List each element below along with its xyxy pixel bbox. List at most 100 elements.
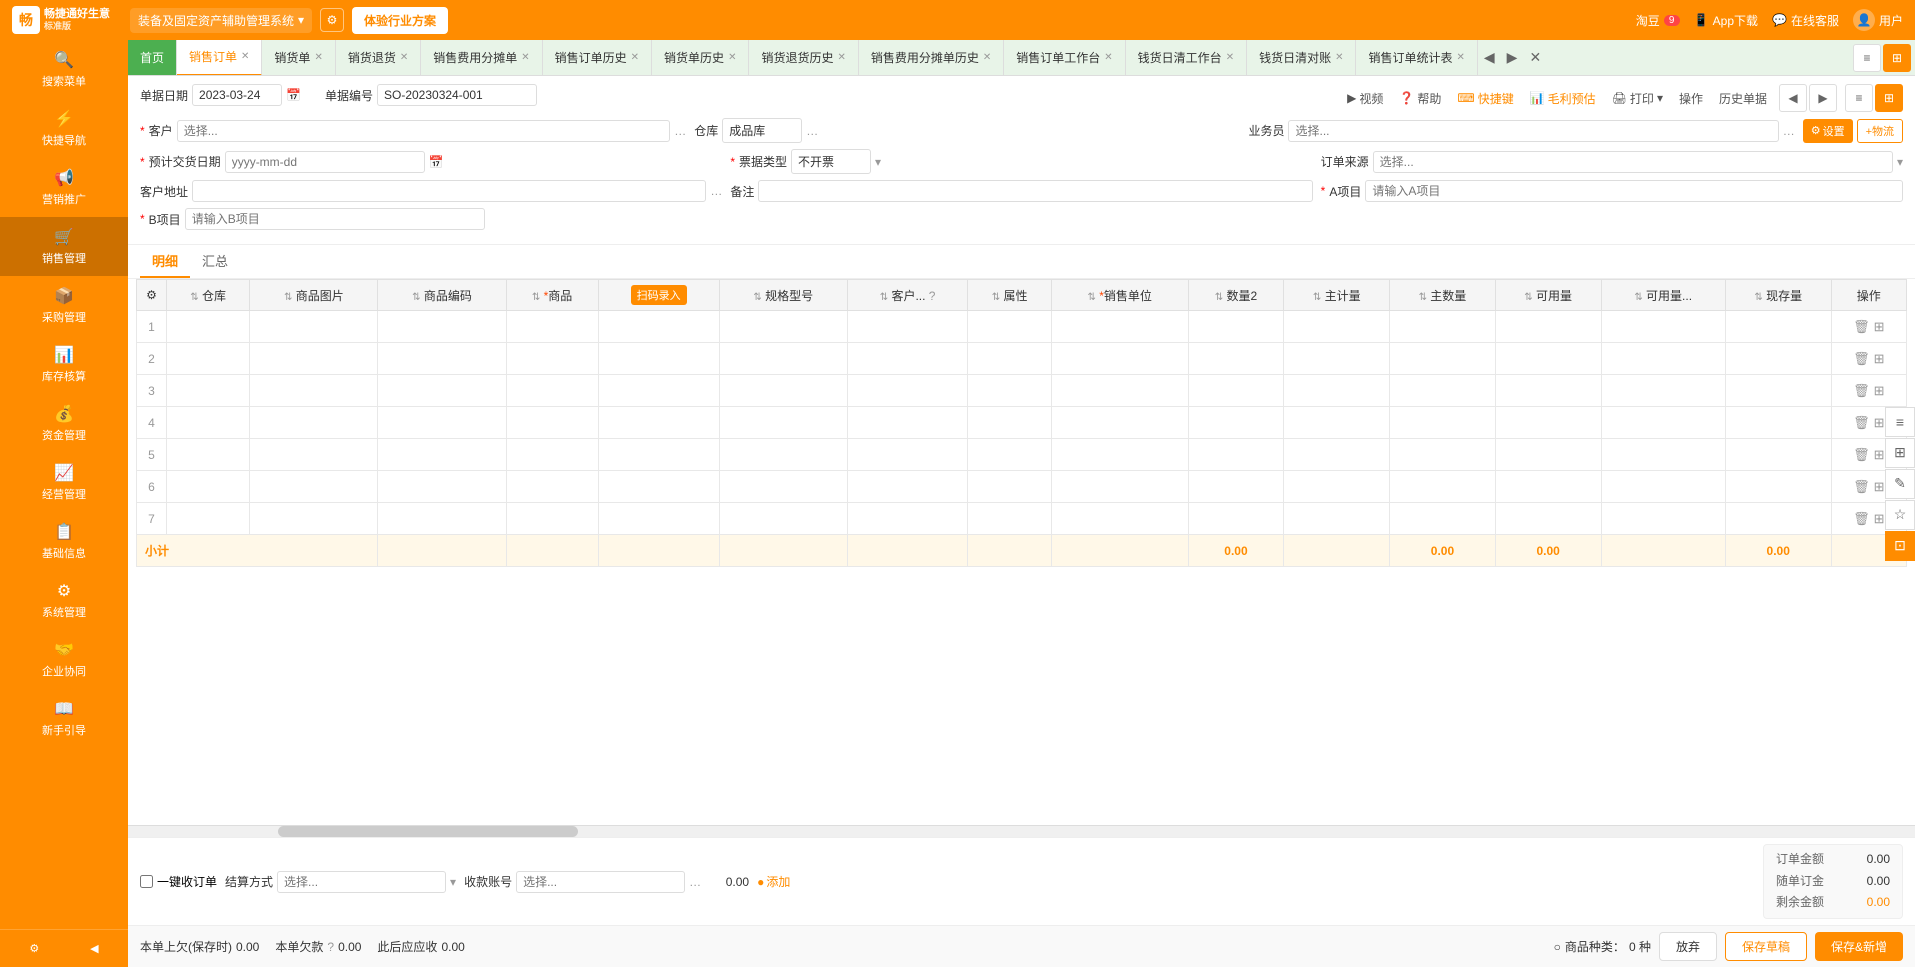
row-delete-btn[interactable]: 🗑 xyxy=(1853,447,1870,463)
sidebar-item-sales[interactable]: 🛒 销售管理 xyxy=(0,217,128,276)
tab-order-history[interactable]: 销售订单历史 ✕ xyxy=(543,40,652,76)
staff-input[interactable] xyxy=(1288,120,1778,142)
tab-next-btn[interactable]: ▶ xyxy=(1501,49,1524,66)
industry-btn[interactable]: 体验行业方案 xyxy=(352,7,448,34)
address-input[interactable] xyxy=(192,180,706,202)
order-source-input[interactable] xyxy=(1373,151,1893,173)
address-more-btn[interactable]: … xyxy=(710,184,722,198)
sidebar-item-marketing[interactable]: 📢 营销推广 xyxy=(0,158,128,217)
tab-sales-order[interactable]: 销售订单 ✕ xyxy=(177,40,262,76)
page-prev-btn[interactable]: ◀ xyxy=(1779,84,1807,112)
warehouse-input[interactable]: 成品库 xyxy=(722,118,802,143)
profit-forecast-btn[interactable]: 📊 毛利预估 xyxy=(1526,88,1600,109)
tab-close-cash-reconcile[interactable]: ✕ xyxy=(1335,52,1343,63)
row-copy-btn[interactable]: ⊞ xyxy=(1874,351,1885,367)
right-table-view-btn[interactable]: ≡ xyxy=(1885,407,1915,437)
delivery-calendar-icon[interactable]: 📅 xyxy=(429,155,444,169)
row-delete-btn[interactable]: 🗑 xyxy=(1853,479,1870,495)
col-settings[interactable]: ⚙ xyxy=(137,280,167,311)
tab-sales-return[interactable]: 销货单 ✕ xyxy=(262,40,335,76)
staff-more-btn[interactable]: … xyxy=(1783,124,1795,138)
user-item[interactable]: 👤 用户 xyxy=(1853,9,1903,31)
one-click-order-checkbox[interactable] xyxy=(140,875,153,888)
sidebar-item-system[interactable]: ⚙ 系统管理 xyxy=(0,571,128,630)
sidebar-item-quick-nav[interactable]: ⚡ 快捷导航 xyxy=(0,99,128,158)
tab-close-cash-workbench[interactable]: ✕ xyxy=(1226,52,1234,63)
sidebar-item-inventory[interactable]: 📊 库存核算 xyxy=(0,335,128,394)
row-copy-btn[interactable]: ⊞ xyxy=(1874,511,1885,527)
tab-close-order-workbench[interactable]: ✕ xyxy=(1104,52,1112,63)
view-tile-btn[interactable]: ⊞ xyxy=(1883,44,1911,72)
right-filter-btn[interactable]: ⊞ xyxy=(1885,438,1915,468)
calendar-icon[interactable]: 📅 xyxy=(286,88,301,102)
sidebar-item-finance[interactable]: 💰 资金管理 xyxy=(0,394,128,453)
invoice-type-select[interactable]: 不开票 xyxy=(791,149,871,174)
sidebar-item-search[interactable]: 🔍 搜索菜单 xyxy=(0,40,128,99)
b-project-input[interactable] xyxy=(185,208,485,230)
right-star-btn[interactable]: ☆ xyxy=(1885,500,1915,530)
warehouse-more-btn[interactable]: … xyxy=(806,124,818,138)
form-view-btn[interactable]: ⊞ xyxy=(1875,84,1903,112)
tab-close-sales-return[interactable]: ✕ xyxy=(314,52,322,63)
tab-more-btn[interactable]: ✕ xyxy=(1523,49,1547,66)
settings-float-btn[interactable]: ⚙ 设置 xyxy=(1803,119,1853,143)
list-view-btn[interactable]: ≡ xyxy=(1845,84,1873,112)
customer-code-help-icon[interactable]: ? xyxy=(929,289,936,303)
system-settings-icon[interactable]: ⚙ xyxy=(320,8,344,32)
view-video-btn[interactable]: ▶ 视频 xyxy=(1343,88,1387,109)
row-copy-btn[interactable]: ⊞ xyxy=(1874,415,1885,431)
tab-cash-workbench[interactable]: 钱货日清工作台 ✕ xyxy=(1126,40,1247,76)
receipt-account-input[interactable] xyxy=(516,871,685,893)
order-source-arrow[interactable]: ▾ xyxy=(1897,155,1903,169)
save-new-btn[interactable]: 保存&新增 xyxy=(1815,932,1903,961)
history-bill-btn[interactable]: 历史单据 xyxy=(1715,88,1771,109)
row-copy-btn[interactable]: ⊞ xyxy=(1874,383,1885,399)
table-scroll-bar[interactable] xyxy=(128,825,1915,837)
add-receipt-btn[interactable]: ● 添加 xyxy=(757,873,790,890)
scan-enter-btn[interactable]: 扫码录入 xyxy=(631,285,687,305)
notes-input[interactable] xyxy=(758,180,1312,202)
tab-summary[interactable]: 汇总 xyxy=(190,245,240,278)
tab-close-order-history[interactable]: ✕ xyxy=(631,52,639,63)
row-delete-btn[interactable]: 🗑 xyxy=(1853,415,1870,431)
save-draft-btn[interactable]: 保存草稿 xyxy=(1725,932,1807,961)
row-copy-btn[interactable]: ⊞ xyxy=(1874,479,1885,495)
tab-cash-reconcile[interactable]: 钱货日清对账 ✕ xyxy=(1247,40,1356,76)
payment-method-input[interactable] xyxy=(277,871,446,893)
payment-method-arrow[interactable]: ▾ xyxy=(450,875,456,889)
tab-order-workbench[interactable]: 销售订单工作台 ✕ xyxy=(1004,40,1125,76)
row-delete-btn[interactable]: 🗑 xyxy=(1853,351,1870,367)
tab-home[interactable]: 首页 xyxy=(128,40,177,76)
online-service-item[interactable]: 💬 在线客服 xyxy=(1772,12,1839,29)
tab-close-return-history[interactable]: ✕ xyxy=(728,52,736,63)
customer-more-btn[interactable]: … xyxy=(674,124,686,138)
delivery-date-input[interactable] xyxy=(225,151,425,173)
notification-item[interactable]: 淘豆 9 xyxy=(1636,12,1680,29)
sidebar-collapse-btn[interactable]: ◀ xyxy=(86,938,102,959)
row-copy-btn[interactable]: ⊞ xyxy=(1874,319,1885,335)
sidebar-item-operations[interactable]: 📈 经营管理 xyxy=(0,453,128,512)
sidebar-item-purchase[interactable]: 📦 采购管理 xyxy=(0,276,128,335)
customer-input[interactable] xyxy=(177,120,671,142)
page-next-btn[interactable]: ▶ xyxy=(1809,84,1837,112)
table-settings-icon[interactable]: ⚙ xyxy=(146,288,157,302)
view-list-btn[interactable]: ≡ xyxy=(1853,44,1881,72)
shortcut-btn[interactable]: ⌨ 快捷键 xyxy=(1453,88,1517,109)
row-delete-btn[interactable]: 🗑 xyxy=(1853,383,1870,399)
row-copy-btn[interactable]: ⊞ xyxy=(1874,447,1885,463)
current-payable-help[interactable]: ? xyxy=(327,940,334,954)
tab-close-sales-summary[interactable]: ✕ xyxy=(1457,52,1465,63)
tab-sales-refund[interactable]: 销货退货 ✕ xyxy=(336,40,421,76)
discard-btn[interactable]: 放弃 xyxy=(1659,932,1717,961)
sidebar-settings-btn[interactable]: ⚙ xyxy=(25,938,43,959)
tab-close-expense-split[interactable]: ✕ xyxy=(521,52,529,63)
sidebar-item-guide[interactable]: 📖 新手引导 xyxy=(0,689,128,748)
tab-close-refund-history[interactable]: ✕ xyxy=(837,52,845,63)
app-download-item[interactable]: 📱 App下载 xyxy=(1694,12,1758,29)
bill-date-input[interactable]: 2023-03-24 xyxy=(192,84,282,106)
tab-detail[interactable]: 明细 xyxy=(140,245,190,278)
operate-btn[interactable]: 操作 xyxy=(1675,88,1707,109)
invoice-type-arrow[interactable]: ▾ xyxy=(875,155,881,169)
tab-prev-btn[interactable]: ◀ xyxy=(1478,49,1501,66)
tab-close-expense-history[interactable]: ✕ xyxy=(983,52,991,63)
